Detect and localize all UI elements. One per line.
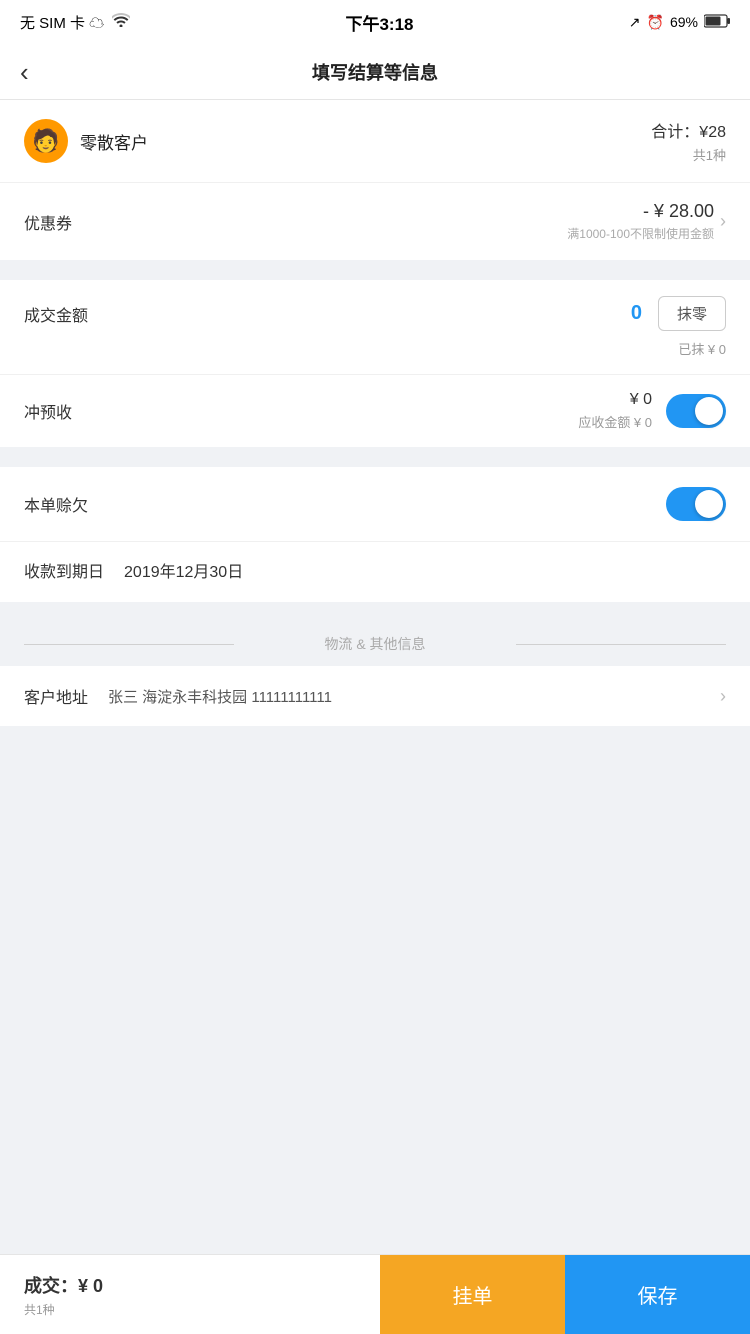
footer-deal-label: 成交： [24,1276,78,1296]
status-time: 下午3:18 [345,10,413,35]
footer-info: 成交：¥ 0 共1种 [0,1272,380,1318]
footer-deal: 成交：¥ 0 [24,1272,356,1298]
debt-toggle[interactable] [666,487,726,521]
debt-label: 本单赊欠 [24,492,88,516]
round-zero-button[interactable]: 抹零 [658,296,726,331]
status-right: ↗ ⏰ 69% [629,14,730,31]
coupon-row[interactable]: 优惠券 - ¥ 28.00 满1000-100不限制使用金额 › [0,182,750,260]
logistics-header: 物流 & 其他信息 [0,622,750,666]
page-title: 填写结算等信息 [312,59,438,85]
address-section: 客户地址 张三 海淀永丰科技园 11111111111 › [0,666,750,726]
debt-section: 本单赊欠 收款到期日 2019年12月30日 [0,467,750,602]
customer-name: 零散客户 [80,129,148,154]
offset-label: 冲预收 [24,399,72,423]
debt-toggle-knob [695,490,723,518]
transaction-row: 成交金额 0 抹零 [0,280,750,339]
coupon-discount: - ¥ 28.00 [567,201,714,222]
transaction-sub: 已抹 ¥ 0 [0,339,750,374]
offset-toggle-knob [695,397,723,425]
customer-avatar: 🧑 [24,119,68,163]
offset-row: 冲预收 ¥ 0 应收金额 ¥ 0 [0,374,750,447]
footer-deal-amount: ¥ 0 [78,1276,103,1296]
customer-left: 🧑 零散客户 [24,119,148,163]
offset-amounts: ¥ 0 应收金额 ¥ 0 [578,391,652,431]
date-row[interactable]: 收款到期日 2019年12月30日 [0,541,750,602]
transaction-section: 成交金额 0 抹零 已抹 ¥ 0 冲预收 ¥ 0 应收金额 ¥ 0 [0,280,750,447]
coupon-right: - ¥ 28.00 满1000-100不限制使用金额 › [567,201,726,242]
transaction-label: 成交金额 [24,302,88,326]
transaction-value: 0 [631,302,642,325]
bottom-footer: 成交：¥ 0 共1种 挂单 保存 [0,1254,750,1334]
empty-space [0,736,750,936]
coupon-desc: 满1000-100不限制使用金额 [567,225,714,242]
alarm-icon: ⏰ [647,14,664,31]
debt-row: 本单赊欠 [0,467,750,541]
logistics-label: 物流 & 其他信息 [324,636,425,652]
battery-icon [704,14,730,31]
offset-main-amount: ¥ 0 [578,391,652,409]
offset-right: ¥ 0 应收金额 ¥ 0 [578,391,726,431]
footer-count: 共1种 [24,1301,356,1318]
divider-1 [0,270,750,280]
battery-label: 69% [670,14,698,30]
status-left: 无 SIM 卡 ☁ [20,12,130,33]
no-sim-label: 无 SIM 卡 ☁ [20,12,104,33]
pending-button[interactable]: 挂单 [380,1255,565,1334]
total-amount: 合计：¥28 [651,118,726,142]
divider-2 [0,457,750,467]
coupon-label: 优惠券 [24,210,72,234]
wifi-icon [112,13,130,31]
date-label: 收款到期日 [24,558,104,582]
back-button[interactable]: ‹ [20,59,29,85]
offset-sub-amount: 应收金额 ¥ 0 [578,412,652,431]
customer-row: 🧑 零散客户 合计：¥28 共1种 [0,100,750,182]
date-value: 2019年12月30日 [124,558,243,582]
status-bar: 无 SIM 卡 ☁ 下午3:18 ↗ ⏰ 69% [0,0,750,44]
customer-section: 🧑 零散客户 合计：¥28 共1种 优惠券 - ¥ 28.00 满1000-10… [0,100,750,260]
address-value: 张三 海淀永丰科技园 11111111111 [108,686,700,707]
total-count: 共1种 [651,145,726,164]
address-row[interactable]: 客户地址 张三 海淀永丰科技园 11111111111 › [0,666,750,726]
address-chevron-icon: › [720,686,726,707]
nav-bar: ‹ 填写结算等信息 [0,44,750,100]
customer-right: 合计：¥28 共1种 [651,118,726,164]
save-button[interactable]: 保存 [565,1255,750,1334]
address-label: 客户地址 [24,684,88,708]
offset-toggle[interactable] [666,394,726,428]
location-icon: ↗ [629,14,641,31]
divider-3 [0,612,750,622]
coupon-chevron-icon: › [720,211,726,232]
avatar-icon: 🧑 [32,128,59,154]
